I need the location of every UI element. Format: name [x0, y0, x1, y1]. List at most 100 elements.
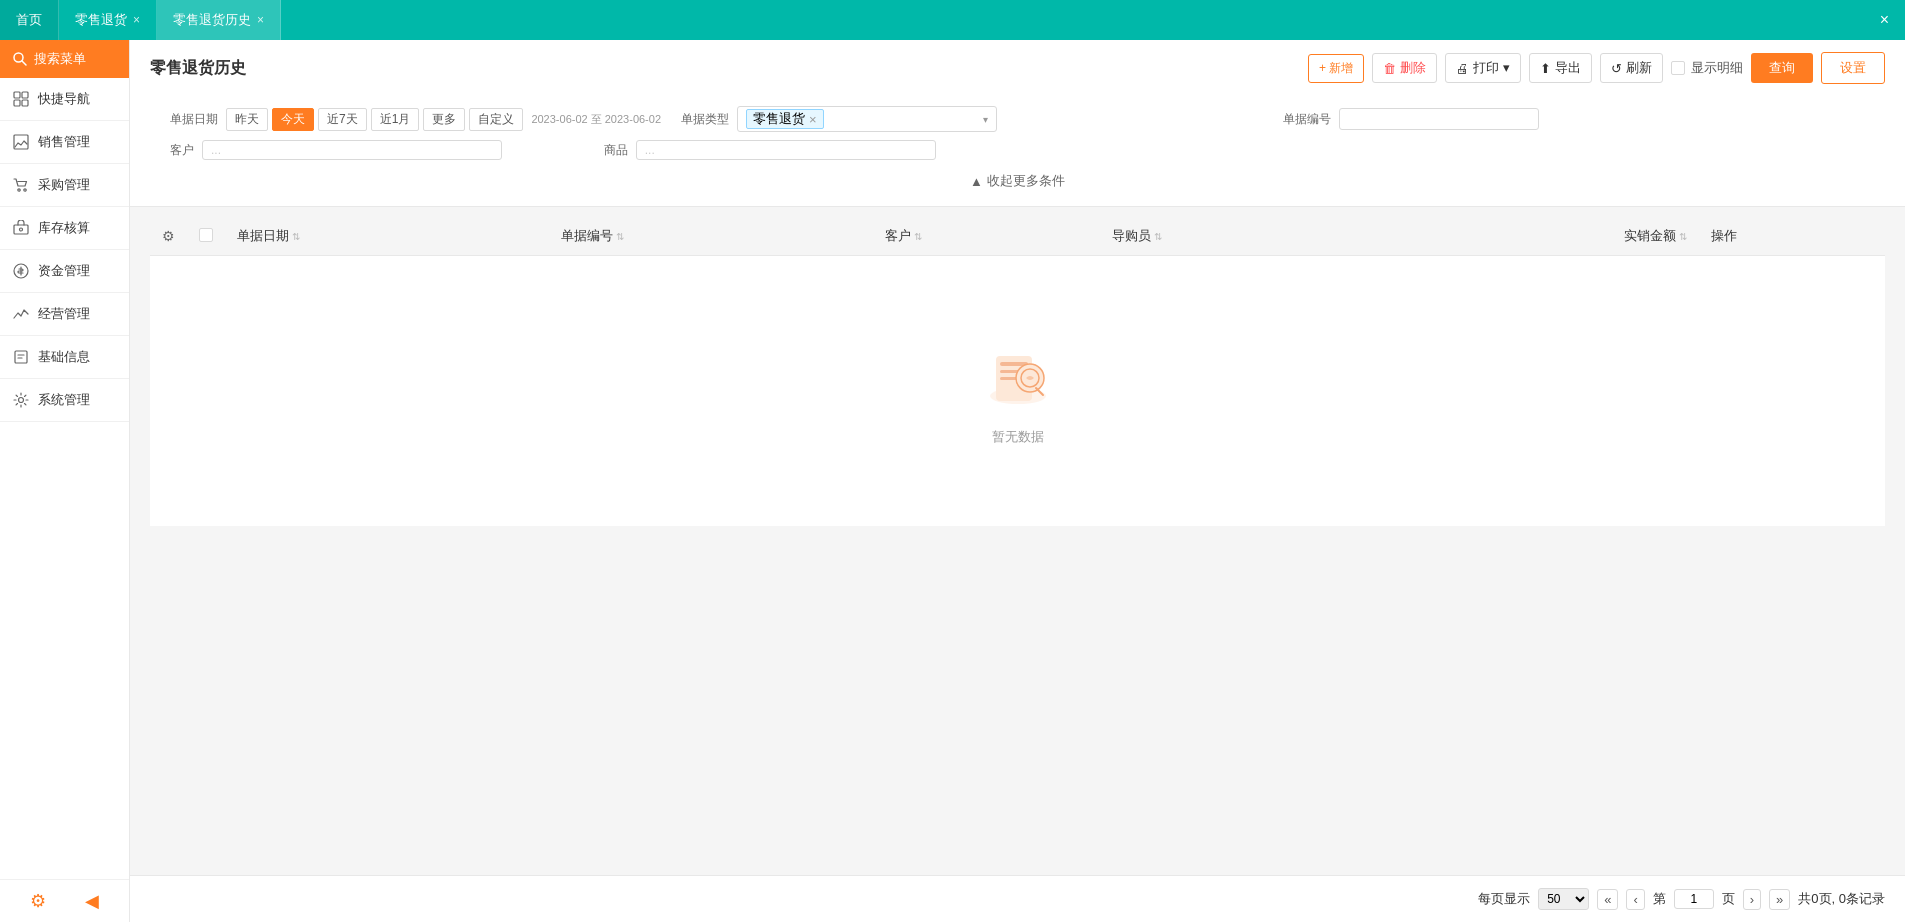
customer-label: 客户: [170, 142, 194, 159]
doc-type-input[interactable]: 零售退货 × ▾: [737, 106, 997, 132]
refresh-icon: ↺: [1611, 61, 1622, 76]
tab-bar: 首页 零售退货 × 零售退货历史 ×: [0, 0, 1864, 40]
sidebar-item-operations-label: 经营管理: [38, 305, 90, 323]
print-icon: 🖨: [1456, 61, 1469, 76]
sidebar-item-sales-mgmt[interactable]: 销售管理: [0, 121, 129, 164]
tab-retail-return-history[interactable]: 零售退货历史 ×: [157, 0, 281, 40]
display-detail-label[interactable]: 显示明细: [1671, 59, 1743, 77]
refresh-button[interactable]: ↺ 刷新: [1600, 53, 1663, 83]
tab-home[interactable]: 首页: [0, 0, 59, 40]
customer-sort-icon: ⇅: [914, 231, 922, 242]
print-button[interactable]: 🖨 打印 ▾: [1445, 53, 1521, 83]
guide-sort[interactable]: 导购员 ⇅: [1112, 227, 1363, 245]
finance-icon: [12, 262, 30, 280]
action-col-label: 操作: [1711, 228, 1737, 243]
delete-button[interactable]: 🗑 🗑 删除 删除: [1372, 53, 1437, 83]
doc-date-label: 单据日期: [237, 227, 289, 245]
sidebar: 搜索菜单 快捷导航 销售管理 采购管理 库存核算: [0, 40, 130, 922]
filter-row-1: 单据日期 昨天 今天 近7天 近1月 更多 自定义 2023-06-02 至 2…: [170, 106, 1865, 132]
operations-icon: [12, 305, 30, 323]
col-amount-header[interactable]: 实销金额 ⇅: [1375, 217, 1699, 256]
page-title-row: 零售退货历史 + 新增 🗑 🗑 删除 删除 🖨 打印 ▾ ⬆ 导出: [150, 52, 1885, 94]
tab-retail-return[interactable]: 零售退货 ×: [59, 0, 157, 40]
content-area: 零售退货历史 + 新增 🗑 🗑 删除 删除 🖨 打印 ▾ ⬆ 导出: [130, 40, 1905, 922]
empty-text: 暂无数据: [992, 428, 1044, 446]
col-doc-no-header[interactable]: 单据编号 ⇅: [549, 217, 873, 256]
col-guide-header[interactable]: 导购员 ⇅: [1100, 217, 1375, 256]
window-controls: ×: [1864, 11, 1905, 29]
retail-return-tab-label: 零售退货: [75, 11, 127, 29]
customer-dots: ...: [211, 143, 221, 157]
goods-label: 商品: [604, 142, 628, 159]
date-range-display: 2023-06-02 至 2023-06-02: [531, 112, 661, 127]
svg-rect-3: [22, 92, 28, 98]
column-settings-button[interactable]: ⚙: [162, 228, 175, 244]
next-page-button[interactable]: ›: [1743, 889, 1761, 910]
select-all-checkbox[interactable]: [199, 228, 213, 242]
sidebar-item-quick-nav[interactable]: 快捷导航: [0, 78, 129, 121]
svg-rect-6: [14, 135, 28, 149]
doc-no-filter-item: 单据编号: [1283, 108, 1865, 130]
svg-rect-12: [15, 351, 27, 363]
sidebar-item-finance[interactable]: 资金管理: [0, 250, 129, 293]
first-page-button[interactable]: «: [1597, 889, 1618, 910]
inventory-icon: [12, 219, 30, 237]
display-detail-checkbox[interactable]: [1671, 61, 1685, 75]
search-icon: [12, 51, 28, 67]
col-doc-date-header[interactable]: 单据日期 ⇅: [225, 217, 549, 256]
date-btn-custom[interactable]: 自定义: [469, 108, 523, 131]
table-body: 暂无数据: [150, 256, 1885, 527]
display-detail-text: 显示明细: [1691, 59, 1743, 77]
collapse-filter-bar[interactable]: ▲ 收起更多条件: [170, 168, 1865, 194]
date-filter-buttons: 昨天 今天 近7天 近1月 更多 自定义 2023-06-02 至 2023-0…: [226, 108, 661, 131]
page-size-select[interactable]: 50 10 20 100: [1538, 888, 1589, 910]
retail-return-history-tab-close[interactable]: ×: [257, 13, 264, 27]
settings-bottom-icon[interactable]: ⚙: [30, 890, 46, 912]
date-btn-yesterday[interactable]: 昨天: [226, 108, 268, 131]
settings-button[interactable]: 设置: [1821, 52, 1885, 84]
col-setting-header: ⚙: [150, 217, 187, 256]
date-btn-7days[interactable]: 近7天: [318, 108, 367, 131]
table-header-row: ⚙ 单据日期 ⇅ 单据编号: [150, 217, 1885, 256]
query-button[interactable]: 查询: [1751, 53, 1813, 83]
sidebar-item-basic-info[interactable]: 基础信息: [0, 336, 129, 379]
date-btn-1month[interactable]: 近1月: [371, 108, 420, 131]
date-btn-more[interactable]: 更多: [423, 108, 465, 131]
sidebar-bottom: ⚙ ◀: [0, 879, 129, 922]
retail-return-tab-close[interactable]: ×: [133, 13, 140, 27]
date-btn-today[interactable]: 今天: [272, 108, 314, 131]
sidebar-item-inventory[interactable]: 库存核算: [0, 207, 129, 250]
sidebar-item-operations[interactable]: 经营管理: [0, 293, 129, 336]
search-menu-label: 搜索菜单: [34, 50, 86, 68]
delete-icon: 🗑: [1383, 61, 1396, 76]
collapse-sidebar-icon[interactable]: ◀: [85, 890, 99, 912]
window-close-button[interactable]: ×: [1880, 11, 1889, 29]
col-check-header: [187, 217, 225, 256]
doc-date-sort[interactable]: 单据日期 ⇅: [237, 227, 537, 245]
page-label: 第: [1653, 890, 1666, 908]
last-page-button[interactable]: »: [1769, 889, 1790, 910]
sales-mgmt-icon: [12, 133, 30, 151]
page-number-input[interactable]: [1674, 889, 1714, 909]
sidebar-item-finance-label: 资金管理: [38, 262, 90, 280]
sidebar-item-purchase-mgmt[interactable]: 采购管理: [0, 164, 129, 207]
col-customer-header[interactable]: 客户 ⇅: [873, 217, 1100, 256]
sidebar-item-sales-mgmt-label: 销售管理: [38, 133, 90, 151]
customer-sort[interactable]: 客户 ⇅: [885, 227, 1088, 245]
amount-sort[interactable]: 实销金额 ⇅: [1387, 227, 1687, 245]
empty-state: 暂无数据: [150, 256, 1885, 526]
customer-input[interactable]: ...: [202, 140, 502, 160]
doc-no-input[interactable]: [1339, 108, 1539, 130]
sidebar-item-system-mgmt-label: 系统管理: [38, 391, 90, 409]
export-button[interactable]: ⬆ 导出: [1529, 53, 1592, 83]
search-menu-button[interactable]: 搜索菜单: [0, 40, 129, 78]
doc-type-tag-close[interactable]: ×: [809, 112, 817, 127]
sidebar-item-system-mgmt[interactable]: 系统管理: [0, 379, 129, 422]
main-layout: 搜索菜单 快捷导航 销售管理 采购管理 库存核算: [0, 40, 1905, 922]
doc-no-sort[interactable]: 单据编号 ⇅: [561, 227, 861, 245]
page-unit: 页: [1722, 890, 1735, 908]
goods-input[interactable]: ...: [636, 140, 936, 160]
add-button[interactable]: + 新增: [1308, 54, 1364, 83]
svg-rect-9: [14, 225, 28, 234]
prev-page-button[interactable]: ‹: [1626, 889, 1644, 910]
